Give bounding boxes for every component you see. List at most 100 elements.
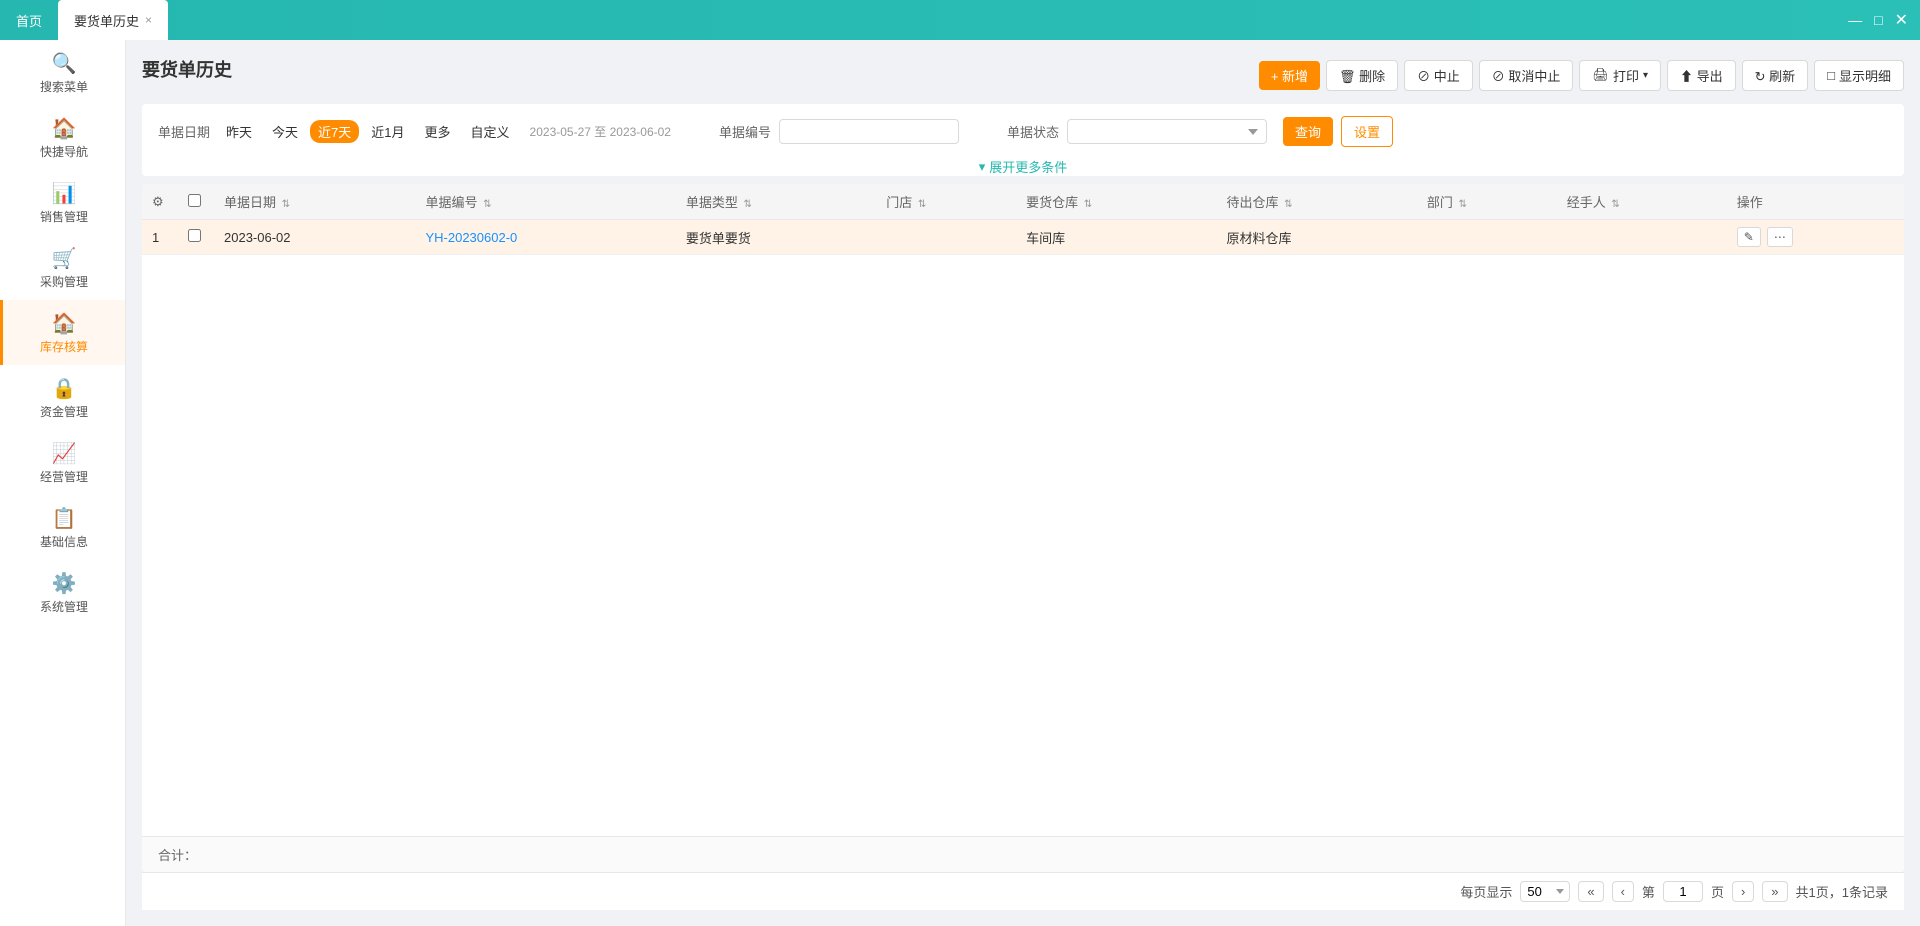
sidebar-label-purchase: 采购管理 (40, 273, 88, 290)
sidebar-item-inventory[interactable]: 🏠 库存核算 (0, 300, 125, 365)
sidebar-item-finance[interactable]: 🔒 资金管理 (0, 365, 125, 430)
minimize-icon[interactable]: — (1848, 12, 1862, 28)
first-page-button[interactable]: « (1578, 881, 1603, 902)
last7days-shortcut[interactable]: 近7天 (310, 120, 359, 143)
row-date: 2023-06-02 (214, 220, 415, 255)
col-checkbox[interactable] (178, 184, 214, 220)
col-settings[interactable]: ⚙ (142, 184, 178, 220)
sidebar-label-basic: 基础信息 (40, 533, 88, 550)
row-no: YH-20230602-0 (415, 220, 675, 255)
sidebar-item-purchase[interactable]: 🛒 采购管理 (0, 235, 125, 300)
row-checkbox-cell[interactable] (178, 220, 214, 255)
tab-requisition-label: 要货单历史 (74, 11, 139, 30)
sort-date-icon[interactable]: ⇅ (282, 199, 290, 210)
total-info: 共1页，1条记录 (1796, 882, 1888, 901)
cancel-stop-button[interactable]: ⊘ 取消中止 (1479, 60, 1574, 91)
sort-pending-wh-icon[interactable]: ⇅ (1284, 199, 1292, 210)
display-detail-button[interactable]: □ 显示明细 (1814, 60, 1904, 91)
col-date: 单据日期 ⇅ (214, 184, 415, 220)
maximize-icon[interactable]: □ (1874, 12, 1882, 28)
select-all-checkbox[interactable] (188, 194, 201, 207)
expand-icon: ▾ (979, 159, 986, 175)
main-layout: 🔍 搜索菜单 🏠 快捷导航 📊 销售管理 🛒 采购管理 🏠 库存核算 🔒 资金管… (0, 40, 1920, 926)
delete-button[interactable]: 🗑 删除 (1326, 60, 1398, 91)
total-label: 合计： (158, 848, 197, 863)
sidebar-label-search: 搜索菜单 (40, 78, 88, 95)
refresh-button[interactable]: ↻ 刷新 (1742, 60, 1809, 91)
status-select[interactable] (1067, 119, 1267, 144)
cart-icon: 🛒 (52, 249, 77, 269)
operation-icon: 📈 (52, 444, 77, 464)
query-button[interactable]: 查询 (1283, 117, 1333, 146)
sort-store-icon[interactable]: ⇅ (918, 199, 926, 210)
sidebar-item-system[interactable]: ⚙️ 系统管理 (0, 560, 125, 625)
sidebar-item-search[interactable]: 🔍 搜索菜单 (0, 40, 125, 105)
print-button[interactable]: 🖨 打印 ▾ (1579, 60, 1661, 91)
yesterday-shortcut[interactable]: 昨天 (218, 120, 260, 143)
sort-dept-icon[interactable]: ⇅ (1459, 199, 1467, 210)
sidebar-item-operation[interactable]: 📈 经营管理 (0, 430, 125, 495)
more-shortcut[interactable]: 更多 (417, 120, 459, 143)
print-arrow-icon: ▾ (1643, 70, 1648, 81)
expand-label: 展开更多条件 (989, 157, 1067, 176)
page-prefix-label: 第 (1642, 882, 1655, 901)
prev-page-button[interactable]: ‹ (1612, 881, 1634, 902)
sidebar: 🔍 搜索菜单 🏠 快捷导航 📊 销售管理 🛒 采购管理 🏠 库存核算 🔒 资金管… (0, 40, 126, 926)
settings-button[interactable]: 设置 (1341, 116, 1393, 147)
filter-panel: 单据日期 昨天 今天 近7天 近1月 更多 自定义 2023-05-27 至 2… (142, 104, 1904, 176)
sidebar-item-nav[interactable]: 🏠 快捷导航 (0, 105, 125, 170)
system-icon: ⚙️ (52, 574, 77, 594)
next-page-button[interactable]: › (1732, 881, 1754, 902)
row-dept (1417, 220, 1557, 255)
sidebar-label-system: 系统管理 (40, 598, 88, 615)
table-footer: 合计： (142, 836, 1904, 872)
sort-handler-icon[interactable]: ⇅ (1611, 199, 1619, 210)
row-actions-cell: ✎ ⋯ (1727, 220, 1904, 255)
row-more-button[interactable]: ⋯ (1767, 227, 1793, 247)
data-table: ⚙ 单据日期 ⇅ 单据编号 ⇅ 单据类型 (142, 184, 1904, 255)
col-handler: 经手人 ⇅ (1557, 184, 1727, 220)
sort-no-icon[interactable]: ⇅ (483, 199, 491, 210)
row-edit-button[interactable]: ✎ (1737, 227, 1761, 247)
search-icon: 🔍 (52, 54, 77, 74)
col-dept: 部门 ⇅ (1417, 184, 1557, 220)
date-range-text: 2023-05-27 至 2023-06-02 (530, 123, 671, 140)
col-req-wh: 要货仓库 ⇅ (1016, 184, 1216, 220)
col-pending-wh: 待出仓库 ⇅ (1216, 184, 1416, 220)
tab-requisition-history[interactable]: 要货单历史 × (58, 0, 168, 40)
tab-home[interactable]: 首页 (0, 0, 58, 40)
pagination-bar: 每页显示 50 10 20 100 « ‹ 第 页 › » 共1页，1条记录 (142, 872, 1904, 910)
sidebar-label-sales: 销售管理 (40, 208, 88, 225)
row-no-link[interactable]: YH-20230602-0 (425, 230, 517, 245)
page-title: 要货单历史 (142, 56, 232, 82)
tab-bar: 首页 要货单历史 × (0, 0, 1848, 40)
last1month-shortcut[interactable]: 近1月 (363, 120, 412, 143)
sort-req-wh-icon[interactable]: ⇅ (1084, 199, 1092, 210)
row-checkbox[interactable] (188, 229, 201, 242)
stop-button[interactable]: ⊘ 中止 (1404, 60, 1473, 91)
today-shortcut[interactable]: 今天 (264, 120, 306, 143)
expand-more-button[interactable]: ▾ 展开更多条件 (979, 157, 1068, 176)
inventory-icon: 🏠 (52, 314, 77, 334)
page-size-select[interactable]: 50 10 20 100 (1520, 881, 1570, 902)
order-no-input[interactable] (779, 119, 959, 144)
status-label: 单据状态 (1007, 122, 1059, 141)
checkbox-icon: □ (1827, 68, 1835, 83)
col-actions: 操作 (1727, 184, 1904, 220)
last-page-button[interactable]: » (1762, 881, 1787, 902)
sidebar-item-sales[interactable]: 📊 销售管理 (0, 170, 125, 235)
new-button[interactable]: + 新增 (1259, 61, 1320, 90)
sidebar-item-basic[interactable]: 📋 基础信息 (0, 495, 125, 560)
page-suffix-label: 页 (1711, 882, 1724, 901)
page-number-input[interactable] (1663, 881, 1703, 902)
tab-close-icon[interactable]: × (145, 13, 152, 27)
sort-type-icon[interactable]: ⇅ (744, 199, 752, 210)
print-icon: 🖨 (1592, 67, 1609, 83)
date-shortcuts: 昨天 今天 近7天 近1月 更多 自定义 (218, 120, 518, 143)
display-detail-label: 显示明细 (1839, 66, 1891, 85)
expand-more-row: ▾ 展开更多条件 (158, 151, 1888, 176)
close-icon[interactable]: ✕ (1895, 10, 1908, 30)
custom-shortcut[interactable]: 自定义 (463, 120, 518, 143)
export-button[interactable]: ⬆ 导出 (1667, 60, 1736, 91)
order-no-label: 单据编号 (719, 122, 771, 141)
